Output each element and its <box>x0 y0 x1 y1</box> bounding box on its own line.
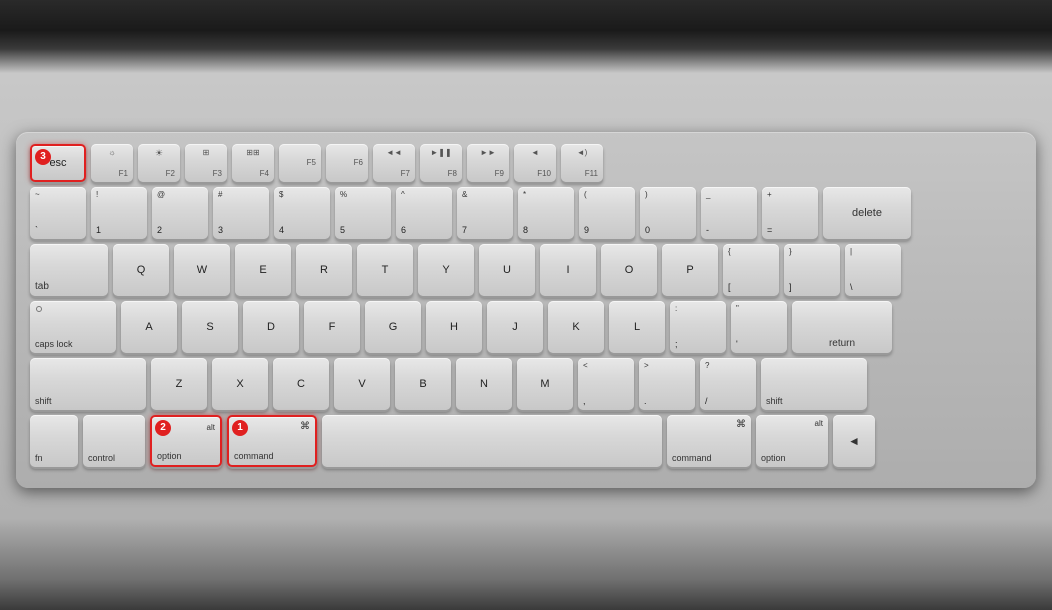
key-y[interactable]: Y <box>418 244 474 296</box>
key-backslash[interactable]: | \ <box>845 244 901 296</box>
key-quote[interactable]: " ' <box>731 301 787 353</box>
key-comma[interactable]: < , <box>578 358 634 410</box>
key-v[interactable]: V <box>334 358 390 410</box>
badge-2: 2 <box>155 420 171 436</box>
key-a[interactable]: A <box>121 301 177 353</box>
key-g[interactable]: G <box>365 301 421 353</box>
qwerty-row: tab Q W E R T Y U I O P { [ } ] | \ <box>30 244 1022 296</box>
keyboard-background: 3 esc ☼ F1 ☀ F2 ⊞ F3 ⊞⊞ F4 <box>0 0 1052 610</box>
key-t[interactable]: T <box>357 244 413 296</box>
number-row: ~ ` ! 1 @ 2 # 3 $ 4 % 5 <box>30 187 1022 239</box>
key-7[interactable]: & 7 <box>457 187 513 239</box>
key-capslock[interactable]: caps lock <box>30 301 116 353</box>
key-w[interactable]: W <box>174 244 230 296</box>
asdf-row: caps lock A S D F G H J K L : ; " ' retu… <box>30 301 1022 353</box>
key-0[interactable]: ) 0 <box>640 187 696 239</box>
key-u[interactable]: U <box>479 244 535 296</box>
key-f10[interactable]: ◄ F10 <box>514 144 556 182</box>
key-semicolon[interactable]: : ; <box>670 301 726 353</box>
key-shift-right[interactable]: shift <box>761 358 867 410</box>
key-delete[interactable]: delete <box>823 187 911 239</box>
key-i[interactable]: I <box>540 244 596 296</box>
key-equals[interactable]: + = <box>762 187 818 239</box>
key-3[interactable]: # 3 <box>213 187 269 239</box>
key-d[interactable]: D <box>243 301 299 353</box>
key-f3[interactable]: ⊞ F3 <box>185 144 227 182</box>
key-f7[interactable]: ◄◄ F7 <box>373 144 415 182</box>
key-2[interactable]: @ 2 <box>152 187 208 239</box>
badge-1: 1 <box>232 420 248 436</box>
key-lbracket[interactable]: { [ <box>723 244 779 296</box>
key-option-left[interactable]: 2 alt option <box>150 415 222 467</box>
key-command-right[interactable]: ⌘ command <box>667 415 751 467</box>
key-p[interactable]: P <box>662 244 718 296</box>
key-space[interactable] <box>322 415 662 467</box>
key-shift-left[interactable]: shift <box>30 358 146 410</box>
key-return[interactable]: return <box>792 301 892 353</box>
key-5[interactable]: % 5 <box>335 187 391 239</box>
key-c[interactable]: C <box>273 358 329 410</box>
key-f5[interactable]: F5 <box>279 144 321 182</box>
key-command-left[interactable]: 1 ⌘ command <box>227 415 317 467</box>
key-f[interactable]: F <box>304 301 360 353</box>
key-slash[interactable]: ? / <box>700 358 756 410</box>
key-f2[interactable]: ☀ F2 <box>138 144 180 182</box>
esc-label: esc <box>49 157 66 169</box>
keyboard-body: 3 esc ☼ F1 ☀ F2 ⊞ F3 ⊞⊞ F4 <box>16 132 1036 488</box>
key-9[interactable]: ( 9 <box>579 187 635 239</box>
key-tilde[interactable]: ~ ` <box>30 187 86 239</box>
key-esc[interactable]: 3 esc <box>30 144 86 182</box>
key-e[interactable]: E <box>235 244 291 296</box>
key-r[interactable]: R <box>296 244 352 296</box>
key-b[interactable]: B <box>395 358 451 410</box>
key-minus[interactable]: _ - <box>701 187 757 239</box>
key-f1[interactable]: ☼ F1 <box>91 144 133 182</box>
key-j[interactable]: J <box>487 301 543 353</box>
badge-3: 3 <box>35 149 51 165</box>
key-q[interactable]: Q <box>113 244 169 296</box>
fn-row: 3 esc ☼ F1 ☀ F2 ⊞ F3 ⊞⊞ F4 <box>30 144 1022 182</box>
bottom-row: fn control 2 alt option 1 ⌘ command <box>30 415 1022 467</box>
key-period[interactable]: > . <box>639 358 695 410</box>
key-f6[interactable]: F6 <box>326 144 368 182</box>
key-f4[interactable]: ⊞⊞ F4 <box>232 144 274 182</box>
key-8[interactable]: * 8 <box>518 187 574 239</box>
key-k[interactable]: K <box>548 301 604 353</box>
key-x[interactable]: X <box>212 358 268 410</box>
key-control[interactable]: control <box>83 415 145 467</box>
key-6[interactable]: ^ 6 <box>396 187 452 239</box>
key-fn[interactable]: fn <box>30 415 78 467</box>
key-f11[interactable]: ◄) F11 <box>561 144 603 182</box>
key-arrow-left[interactable]: ◄ <box>833 415 875 467</box>
zxcv-row: shift Z X C V B N M < , > . ? / shift <box>30 358 1022 410</box>
key-o[interactable]: O <box>601 244 657 296</box>
key-tab[interactable]: tab <box>30 244 108 296</box>
key-f8[interactable]: ►❚❚ F8 <box>420 144 462 182</box>
key-f9[interactable]: ►► F9 <box>467 144 509 182</box>
key-1[interactable]: ! 1 <box>91 187 147 239</box>
key-h[interactable]: H <box>426 301 482 353</box>
key-z[interactable]: Z <box>151 358 207 410</box>
key-m[interactable]: M <box>517 358 573 410</box>
key-l[interactable]: L <box>609 301 665 353</box>
key-n[interactable]: N <box>456 358 512 410</box>
key-option-right[interactable]: alt option <box>756 415 828 467</box>
key-s[interactable]: S <box>182 301 238 353</box>
key-rbracket[interactable]: } ] <box>784 244 840 296</box>
key-4[interactable]: $ 4 <box>274 187 330 239</box>
